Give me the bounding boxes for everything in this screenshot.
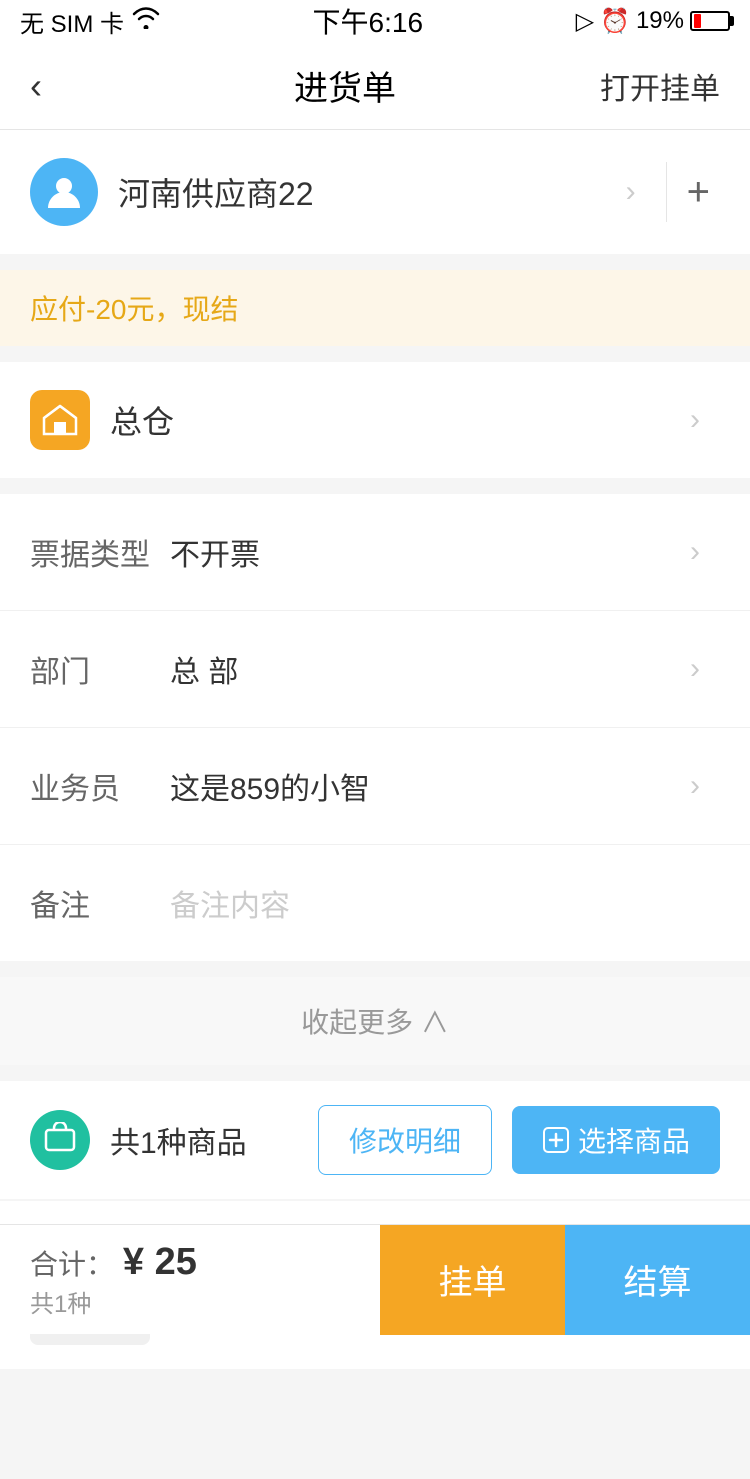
total-line: 合计： ¥ 25: [30, 1241, 350, 1284]
back-button[interactable]: ‹: [30, 65, 90, 107]
supplier-row[interactable]: 河南供应商22 › +: [0, 130, 750, 254]
department-row[interactable]: 部门 总 部 ›: [0, 611, 750, 728]
collapse-button[interactable]: 收起更多 ∧: [0, 977, 750, 1065]
warehouse-section: 总仓 ›: [0, 362, 750, 478]
chevron-right-icon: ›: [690, 535, 700, 569]
ticket-type-label: 票据类型: [30, 530, 150, 574]
product-count-text: 共1种商品: [110, 1118, 298, 1162]
warehouse-row[interactable]: 总仓 ›: [0, 362, 750, 478]
chevron-right-icon: ›: [690, 403, 700, 437]
select-product-label: 选择商品: [578, 1120, 690, 1160]
staff-row[interactable]: 业务员 这是859的小智 ›: [0, 728, 750, 845]
product-count-icon: [30, 1110, 90, 1170]
total-label: 合计：: [30, 1249, 114, 1280]
staff-label: 业务员: [30, 764, 150, 808]
total-sub: 共1种: [30, 1284, 350, 1319]
department-label: 部门: [30, 647, 150, 691]
supplier-name: 河南供应商22: [118, 169, 626, 215]
status-time: 下午6:16: [313, 1, 424, 41]
cart-icon: [42, 1122, 78, 1158]
product-header: 共1种商品 修改明细 选择商品: [0, 1081, 750, 1199]
edit-detail-button[interactable]: 修改明细: [318, 1105, 492, 1175]
checkout-button[interactable]: 结算: [565, 1225, 750, 1335]
remark-row[interactable]: 备注 备注内容: [0, 845, 750, 961]
chevron-right-icon: ›: [690, 769, 700, 803]
select-product-button[interactable]: 选择商品: [512, 1106, 720, 1174]
battery-icon: [690, 11, 730, 31]
alarm-icon: ⏰: [600, 7, 630, 36]
vertical-divider: [666, 162, 667, 222]
warehouse-icon: [30, 390, 90, 450]
department-value: 总 部: [150, 647, 690, 691]
remark-label: 备注: [30, 881, 150, 925]
ticket-type-row[interactable]: 票据类型 不开票 ›: [0, 494, 750, 611]
page-title: 进货单: [294, 61, 396, 110]
chevron-right-icon: ›: [690, 652, 700, 686]
form-section: 票据类型 不开票 › 部门 总 部 › 业务员 这是859的小智 › 备注 备注…: [0, 494, 750, 961]
status-right: ▷ ⏰ 19%: [576, 7, 730, 36]
open-hang-button[interactable]: 打开挂单: [600, 64, 720, 108]
notice-banner: 应付-20元，现结: [0, 270, 750, 346]
supplier-avatar: [30, 158, 98, 226]
add-supplier-button[interactable]: +: [677, 170, 720, 215]
remark-placeholder: 备注内容: [150, 881, 720, 925]
chevron-right-icon: ›: [626, 175, 636, 209]
status-left: 无 SIM 卡: [20, 4, 160, 39]
select-product-icon: [542, 1126, 570, 1154]
ticket-type-value: 不开票: [150, 530, 690, 574]
staff-value: 这是859的小智: [150, 764, 690, 808]
location-icon: ▷: [576, 7, 594, 36]
wifi-icon: [132, 7, 160, 36]
status-bar: 无 SIM 卡 下午6:16 ▷ ⏰ 19%: [0, 0, 750, 42]
warehouse-name: 总仓: [110, 397, 690, 443]
total-section: 合计： ¥ 25 共1种: [0, 1241, 380, 1319]
carrier-text: 无 SIM 卡: [20, 4, 124, 39]
total-amount: ¥ 25: [123, 1241, 197, 1283]
house-icon: [42, 402, 78, 438]
supplier-section: 河南供应商22 › +: [0, 130, 750, 254]
user-icon: [44, 172, 84, 212]
battery-percent: 19%: [636, 7, 684, 35]
hang-button[interactable]: 挂单: [380, 1225, 565, 1335]
bottom-bar: 合计： ¥ 25 共1种 挂单 结算: [0, 1224, 750, 1334]
nav-bar: ‹ 进货单 打开挂单: [0, 42, 750, 130]
